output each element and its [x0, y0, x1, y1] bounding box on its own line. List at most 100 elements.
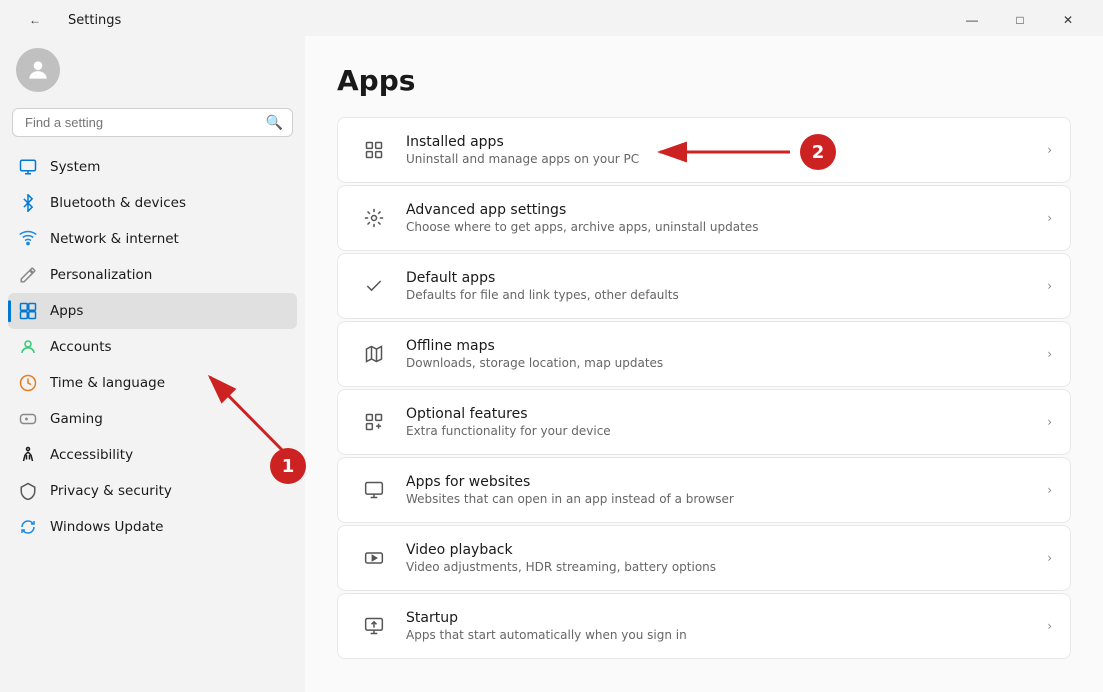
- avatar: [16, 48, 60, 92]
- advanced-app-settings-text: Advanced app settings Choose where to get…: [406, 202, 1039, 234]
- advanced-app-settings-chevron: ›: [1047, 211, 1052, 225]
- sidebar-item-network[interactable]: Network & internet: [8, 221, 297, 257]
- sidebar-item-label-gaming: Gaming: [50, 411, 103, 427]
- installed-apps-desc: Uninstall and manage apps on your PC: [406, 152, 1039, 166]
- default-apps-text: Default apps Defaults for file and link t…: [406, 270, 1039, 302]
- sidebar-item-label-privacy: Privacy & security: [50, 483, 172, 499]
- offline-maps-desc: Downloads, storage location, map updates: [406, 356, 1039, 370]
- sidebar-item-bluetooth[interactable]: Bluetooth & devices: [8, 185, 297, 221]
- optional-features-text: Optional features Extra functionality for…: [406, 406, 1039, 438]
- personalization-icon: [18, 265, 38, 285]
- installed-apps-chevron: ›: [1047, 143, 1052, 157]
- video-playback-chevron: ›: [1047, 551, 1052, 565]
- accounts-icon: [18, 337, 38, 357]
- startup-desc: Apps that start automatically when you s…: [406, 628, 1039, 642]
- search-box[interactable]: 🔍: [12, 108, 293, 137]
- update-icon: [18, 517, 38, 537]
- apps-for-websites-chevron: ›: [1047, 483, 1052, 497]
- sidebar-item-time[interactable]: Time & language: [8, 365, 297, 401]
- startup-title: Startup: [406, 610, 1039, 626]
- sidebar-item-label-network: Network & internet: [50, 231, 179, 247]
- apps-icon: [18, 301, 38, 321]
- settings-item-apps-for-websites[interactable]: Apps for websites Websites that can open …: [337, 457, 1071, 523]
- installed-apps-title: Installed apps: [406, 134, 1039, 150]
- offline-maps-icon: [356, 336, 392, 372]
- settings-item-optional-features[interactable]: Optional features Extra functionality for…: [337, 389, 1071, 455]
- default-apps-icon: [356, 268, 392, 304]
- app-title: Settings: [68, 13, 121, 28]
- page-title: Apps: [337, 64, 1071, 97]
- system-icon: [18, 157, 38, 177]
- settings-item-video-playback[interactable]: Video playback Video adjustments, HDR str…: [337, 525, 1071, 591]
- sidebar-item-personalization[interactable]: Personalization: [8, 257, 297, 293]
- sidebar-item-accessibility[interactable]: Accessibility: [8, 437, 297, 473]
- default-apps-title: Default apps: [406, 270, 1039, 286]
- optional-features-desc: Extra functionality for your device: [406, 424, 1039, 438]
- advanced-app-settings-title: Advanced app settings: [406, 202, 1039, 218]
- search-input[interactable]: [12, 108, 293, 137]
- settings-item-advanced-app-settings[interactable]: Advanced app settings Choose where to get…: [337, 185, 1071, 251]
- offline-maps-chevron: ›: [1047, 347, 1052, 361]
- sidebar-item-label-time: Time & language: [50, 375, 165, 391]
- sidebar-item-label-personalization: Personalization: [50, 267, 152, 283]
- titlebar-left: ← Settings: [12, 6, 121, 34]
- sidebar-item-privacy[interactable]: Privacy & security: [8, 473, 297, 509]
- titlebar-controls: — □ ✕: [949, 6, 1091, 34]
- sidebar-item-apps[interactable]: Apps: [8, 293, 297, 329]
- settings-item-default-apps[interactable]: Default apps Defaults for file and link t…: [337, 253, 1071, 319]
- apps-for-websites-text: Apps for websites Websites that can open …: [406, 474, 1039, 506]
- settings-item-startup[interactable]: Startup Apps that start automatically whe…: [337, 593, 1071, 659]
- sidebar-item-label-accounts: Accounts: [50, 339, 112, 355]
- gaming-icon: [18, 409, 38, 429]
- default-apps-desc: Defaults for file and link types, other …: [406, 288, 1039, 302]
- video-playback-icon: [356, 540, 392, 576]
- sidebar-item-label-update: Windows Update: [50, 519, 163, 535]
- avatar-section: [8, 36, 297, 108]
- sidebar-item-update[interactable]: Windows Update: [8, 509, 297, 545]
- optional-features-icon: [356, 404, 392, 440]
- offline-maps-title: Offline maps: [406, 338, 1039, 354]
- titlebar: ← Settings — □ ✕: [0, 0, 1103, 36]
- apps-for-websites-title: Apps for websites: [406, 474, 1039, 490]
- search-icon: 🔍: [266, 115, 283, 131]
- installed-apps-icon: [356, 132, 392, 168]
- offline-maps-text: Offline maps Downloads, storage location,…: [406, 338, 1039, 370]
- advanced-app-settings-desc: Choose where to get apps, archive apps, …: [406, 220, 1039, 234]
- app-body: 🔍 System Bluetooth & devices Network & int…: [0, 36, 1103, 692]
- video-playback-desc: Video adjustments, HDR streaming, batter…: [406, 560, 1039, 574]
- nav-list: System Bluetooth & devices Network & inter…: [8, 149, 297, 545]
- video-playback-text: Video playback Video adjustments, HDR str…: [406, 542, 1039, 574]
- sidebar-item-gaming[interactable]: Gaming: [8, 401, 297, 437]
- settings-item-offline-maps[interactable]: Offline maps Downloads, storage location,…: [337, 321, 1071, 387]
- startup-chevron: ›: [1047, 619, 1052, 633]
- time-icon: [18, 373, 38, 393]
- optional-features-chevron: ›: [1047, 415, 1052, 429]
- minimize-button[interactable]: —: [949, 6, 995, 34]
- accessibility-icon: [18, 445, 38, 465]
- apps-for-websites-icon: [356, 472, 392, 508]
- advanced-app-settings-icon: [356, 200, 392, 236]
- maximize-button[interactable]: □: [997, 6, 1043, 34]
- back-button[interactable]: ←: [12, 6, 58, 34]
- sidebar-item-label-system: System: [50, 159, 100, 175]
- sidebar-item-label-apps: Apps: [50, 303, 83, 319]
- sidebar-item-system[interactable]: System: [8, 149, 297, 185]
- network-icon: [18, 229, 38, 249]
- video-playback-title: Video playback: [406, 542, 1039, 558]
- bluetooth-icon: [18, 193, 38, 213]
- close-button[interactable]: ✕: [1045, 6, 1091, 34]
- startup-icon: [356, 608, 392, 644]
- sidebar-item-accounts[interactable]: Accounts: [8, 329, 297, 365]
- apps-for-websites-desc: Websites that can open in an app instead…: [406, 492, 1039, 506]
- settings-item-installed-apps[interactable]: Installed apps Uninstall and manage apps …: [337, 117, 1071, 183]
- default-apps-chevron: ›: [1047, 279, 1052, 293]
- startup-text: Startup Apps that start automatically whe…: [406, 610, 1039, 642]
- installed-apps-text: Installed apps Uninstall and manage apps …: [406, 134, 1039, 166]
- sidebar: 🔍 System Bluetooth & devices Network & int…: [0, 36, 305, 692]
- optional-features-title: Optional features: [406, 406, 1039, 422]
- privacy-icon: [18, 481, 38, 501]
- sidebar-item-label-bluetooth: Bluetooth & devices: [50, 195, 186, 211]
- sidebar-item-label-accessibility: Accessibility: [50, 447, 133, 463]
- main-content: Apps Installed apps Uninstall and manage …: [305, 36, 1103, 692]
- settings-list: Installed apps Uninstall and manage apps …: [337, 117, 1071, 659]
